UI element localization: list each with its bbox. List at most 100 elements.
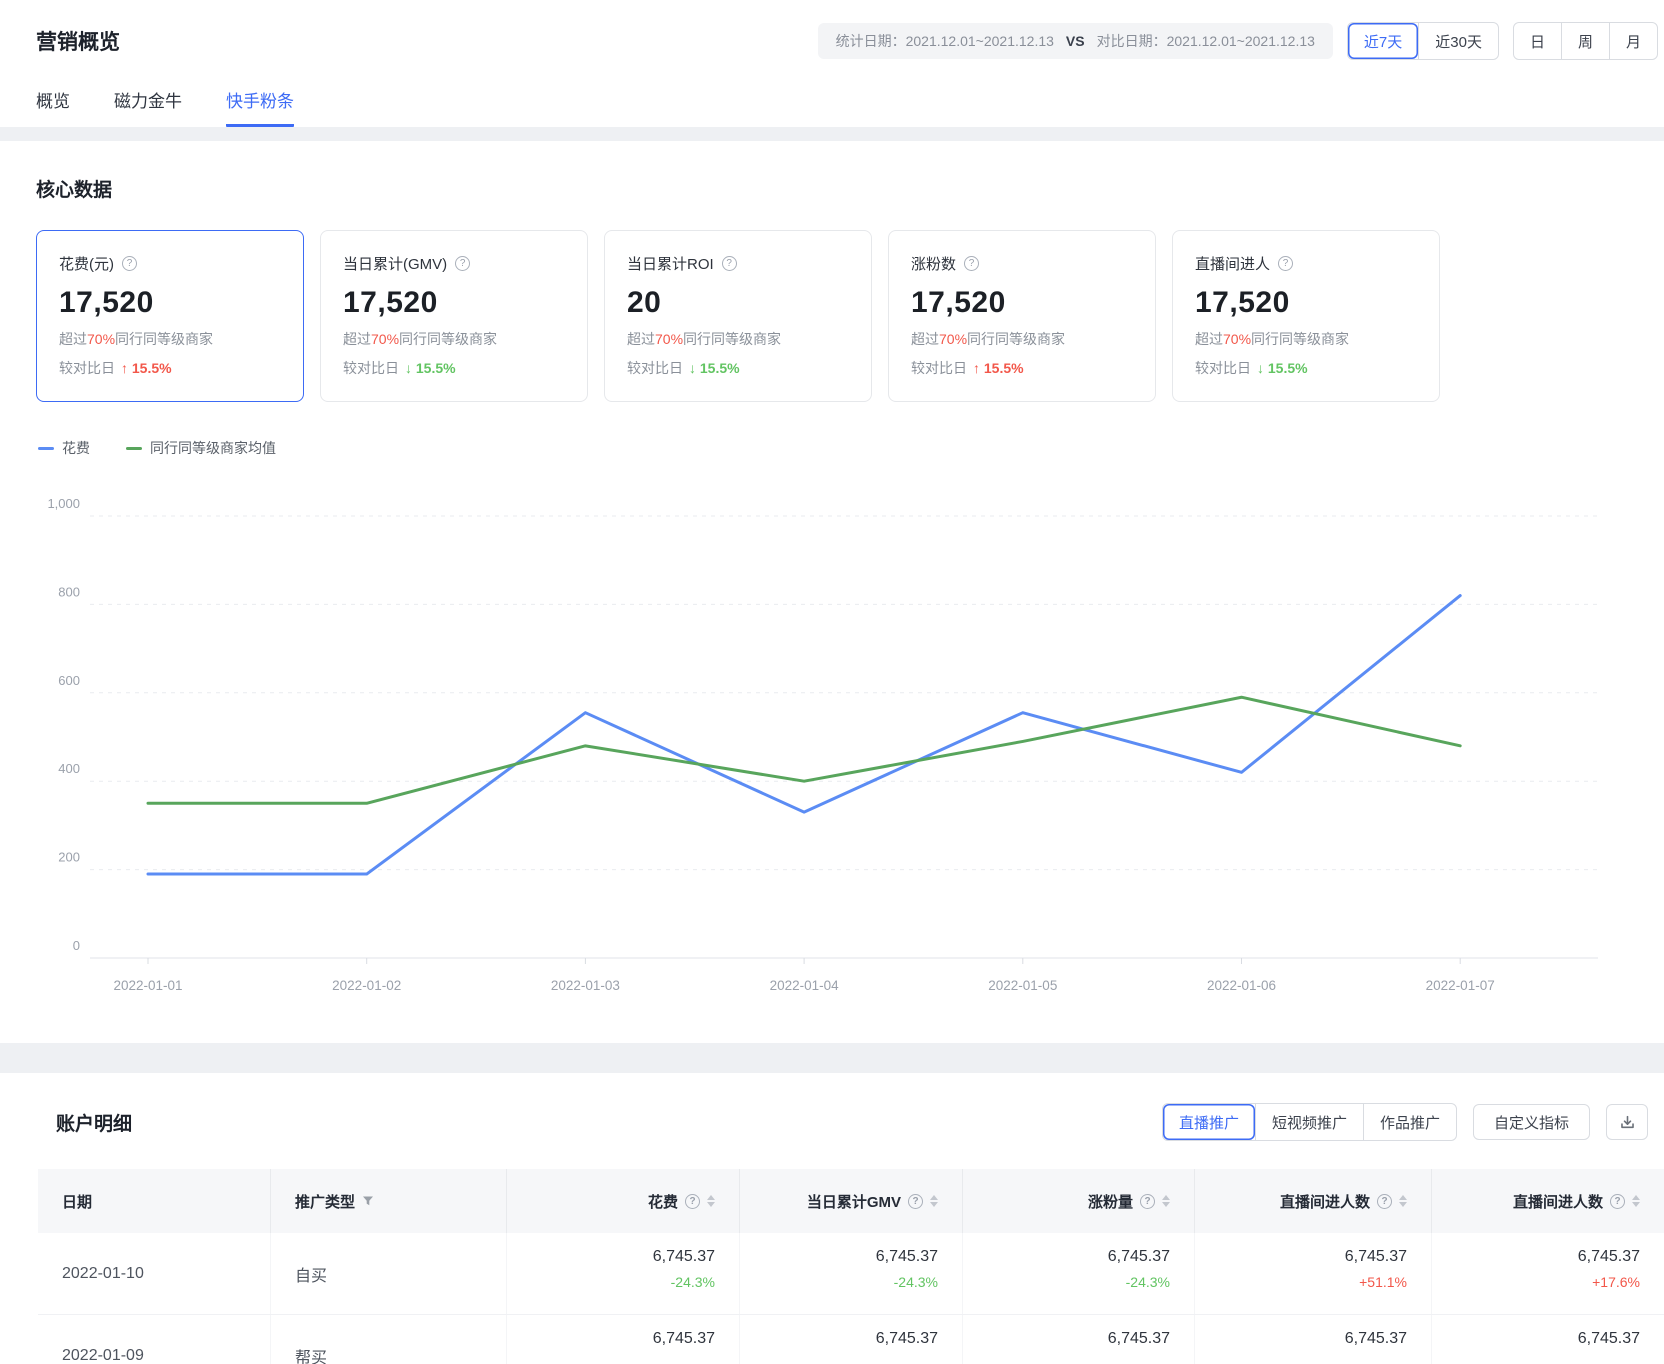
section-divider <box>0 127 1664 141</box>
segmented-button[interactable]: 月 <box>1608 23 1657 59</box>
metric-label: 花费(元) <box>59 256 114 273</box>
svg-text:2022-01-03: 2022-01-03 <box>551 978 620 993</box>
segmented-button[interactable]: 短视频推广 <box>1254 1104 1363 1140</box>
table-column-header[interactable]: 花费 ? <box>507 1169 740 1233</box>
sort-icon[interactable] <box>1632 1195 1640 1207</box>
main-tab-label: 概览 <box>36 92 70 111</box>
help-icon[interactable]: ? <box>964 256 980 271</box>
metric-card[interactable]: 直播间进人 ? 17,520 超过70%同行同等级商家 较对比日 ↓ 15.5% <box>1172 230 1440 402</box>
table-header-row: 日期 ? 推广类型 ? 花费 ? 当日累计GMV ? 涨粉量 ? 直播 <box>38 1169 1664 1233</box>
cell-promo-type: 自买 <box>271 1233 507 1314</box>
metric-label: 当日累计(GMV) <box>343 256 448 273</box>
legend-swatch <box>38 446 54 450</box>
page-title: 营销概览 <box>36 31 120 54</box>
column-label: 直播间进人数 <box>1512 1193 1603 1211</box>
segmented-button[interactable]: 近30天 <box>1418 23 1498 59</box>
svg-text:800: 800 <box>58 584 80 599</box>
section-title-account: 账户明细 <box>56 1113 133 1135</box>
table-actions: 直播推广 短视频推广 作品推广 自定义指标 <box>1161 1103 1648 1141</box>
core-data-section: 核心数据 花费(元) ? 17,520 超过70%同行同等级商家 较对比日 ↑ 1… <box>0 141 1664 1043</box>
sort-icon[interactable] <box>1399 1195 1407 1207</box>
help-icon[interactable]: ? <box>122 256 137 271</box>
metric-compare: 较对比日 ↑ 15.5% <box>59 360 172 376</box>
table-column-header[interactable]: 当日累计GMV ? <box>740 1169 963 1233</box>
help-icon[interactable]: ? <box>908 1193 923 1209</box>
cell-percent-change: -24.3% <box>1125 1274 1170 1290</box>
metric-card[interactable]: 涨粉数 ? 17,520 超过70%同行同等级商家 较对比日 ↑ 15.5% <box>888 230 1156 402</box>
legend-item[interactable]: 花费 <box>38 438 90 458</box>
sort-icon[interactable] <box>1162 1195 1170 1207</box>
segmented-button[interactable]: 日 <box>1513 23 1561 59</box>
segmented-button[interactable]: 直播推广 <box>1162 1104 1255 1140</box>
custom-metric-button[interactable]: 自定义指标 <box>1472 1104 1590 1140</box>
table-column-header[interactable]: 直播间进人数 ? <box>1195 1169 1432 1233</box>
cell-value: 6,745.37 <box>875 1248 938 1265</box>
sort-icon[interactable] <box>707 1195 715 1207</box>
metric-benchmark: 超过70%同行同等级商家 <box>1195 331 1350 347</box>
table-row[interactable]: 2022-01-09 帮买 6,745.37 6,745.37 6,745.37… <box>38 1315 1664 1364</box>
main-tab[interactable]: 快手粉条 <box>226 87 294 127</box>
table-column-header[interactable]: 日期 ? <box>38 1169 271 1233</box>
cell-value: 6,745.37 <box>1577 1330 1640 1347</box>
range-button-group: 近7天 近30天 <box>1346 22 1499 60</box>
cell-date: 2022-01-10 <box>38 1233 271 1314</box>
help-icon[interactable]: ? <box>685 1193 700 1209</box>
main-tab[interactable]: 磁力金牛 <box>114 87 182 127</box>
help-icon[interactable]: ? <box>1610 1193 1625 1209</box>
help-icon[interactable]: ? <box>1140 1193 1155 1209</box>
column-label: 推广类型 <box>295 1193 356 1211</box>
svg-text:2022-01-02: 2022-01-02 <box>332 978 401 993</box>
cell-promo-type: 帮买 <box>271 1315 507 1364</box>
metric-benchmark: 超过70%同行同等级商家 <box>911 331 1066 347</box>
segmented-button[interactable]: 作品推广 <box>1362 1104 1456 1140</box>
sort-icon[interactable] <box>930 1195 938 1207</box>
legend-item[interactable]: 同行同等级商家均值 <box>126 438 276 458</box>
segmented-button[interactable]: 周 <box>1560 23 1609 59</box>
stat-date-range: 2021.12.01~2021.12.13 <box>905 33 1054 49</box>
metric-label: 直播间进人 <box>1195 256 1271 273</box>
help-icon[interactable]: ? <box>1377 1193 1392 1209</box>
table-column-header[interactable]: 推广类型 ? <box>271 1169 507 1233</box>
cell-value: 6,745.37 <box>1344 1330 1407 1347</box>
vs-label: VS <box>1065 33 1085 49</box>
metric-card[interactable]: 花费(元) ? 17,520 超过70%同行同等级商家 较对比日 ↑ 15.5% <box>36 230 304 402</box>
metric-compare: 较对比日 ↑ 15.5% <box>911 360 1024 376</box>
download-button[interactable] <box>1606 1104 1648 1140</box>
svg-text:2022-01-05: 2022-01-05 <box>988 978 1057 993</box>
cell-value: 6,745.37 <box>652 1248 715 1265</box>
cell-metric: 6,745.37 <box>740 1315 963 1364</box>
svg-text:2022-01-06: 2022-01-06 <box>1207 978 1276 993</box>
help-icon[interactable]: ? <box>721 256 737 271</box>
cell-metric: 6,745.37 <box>507 1315 740 1364</box>
filter-icon[interactable] <box>362 1195 374 1207</box>
metric-cards-row: 花费(元) ? 17,520 超过70%同行同等级商家 较对比日 ↑ 15.5% … <box>36 230 1664 402</box>
cell-value: 6,745.37 <box>1107 1330 1170 1347</box>
svg-text:200: 200 <box>58 850 80 865</box>
table-row[interactable]: 2022-01-10 自买 6,745.37 -24.3% 6,745.37 -… <box>38 1233 1664 1315</box>
help-icon[interactable]: ? <box>455 256 471 271</box>
table-column-header[interactable]: 直播间进人数 ? <box>1432 1169 1664 1233</box>
date-range-display[interactable]: 统计日期： 2021.12.01~2021.12.13 VS 对比日期： 202… <box>817 23 1333 59</box>
cell-value: 6,745.37 <box>875 1330 938 1347</box>
metric-compare: 较对比日 ↓ 15.5% <box>343 360 456 376</box>
chart-legend: 花费 同行同等级商家均值 <box>38 438 1664 458</box>
table-column-header[interactable]: 涨粉量 ? <box>963 1169 1195 1233</box>
cell-value: 6,745.37 <box>1344 1248 1407 1265</box>
cell-percent-change: +17.6% <box>1592 1274 1640 1290</box>
main-tabs: 概览 磁力金牛 快手粉条 <box>36 87 294 127</box>
metric-card[interactable]: 当日累计(GMV) ? 17,520 超过70%同行同等级商家 较对比日 ↓ 15… <box>320 230 588 402</box>
granularity-button-group: 日周月 <box>1512 22 1658 60</box>
metric-value: 17,520 <box>343 286 438 319</box>
cell-metric: 6,745.37 +51.1% <box>1195 1233 1432 1314</box>
download-icon <box>1620 1115 1634 1128</box>
compare-date-range: 2021.12.01~2021.12.13 <box>1166 33 1315 49</box>
cell-metric: 6,745.37 <box>963 1315 1195 1364</box>
main-tab[interactable]: 概览 <box>36 87 70 127</box>
help-icon[interactable]: ? <box>1278 256 1294 271</box>
cell-value: 6,745.37 <box>1107 1248 1170 1265</box>
metric-card[interactable]: 当日累计ROI ? 20 超过70%同行同等级商家 较对比日 ↓ 15.5% <box>604 230 872 402</box>
metric-label: 涨粉数 <box>911 256 957 273</box>
segmented-button[interactable]: 近7天 <box>1347 23 1419 59</box>
cell-metric: 6,745.37 -24.3% <box>740 1233 963 1314</box>
cell-percent-change: -24.3% <box>893 1274 938 1290</box>
